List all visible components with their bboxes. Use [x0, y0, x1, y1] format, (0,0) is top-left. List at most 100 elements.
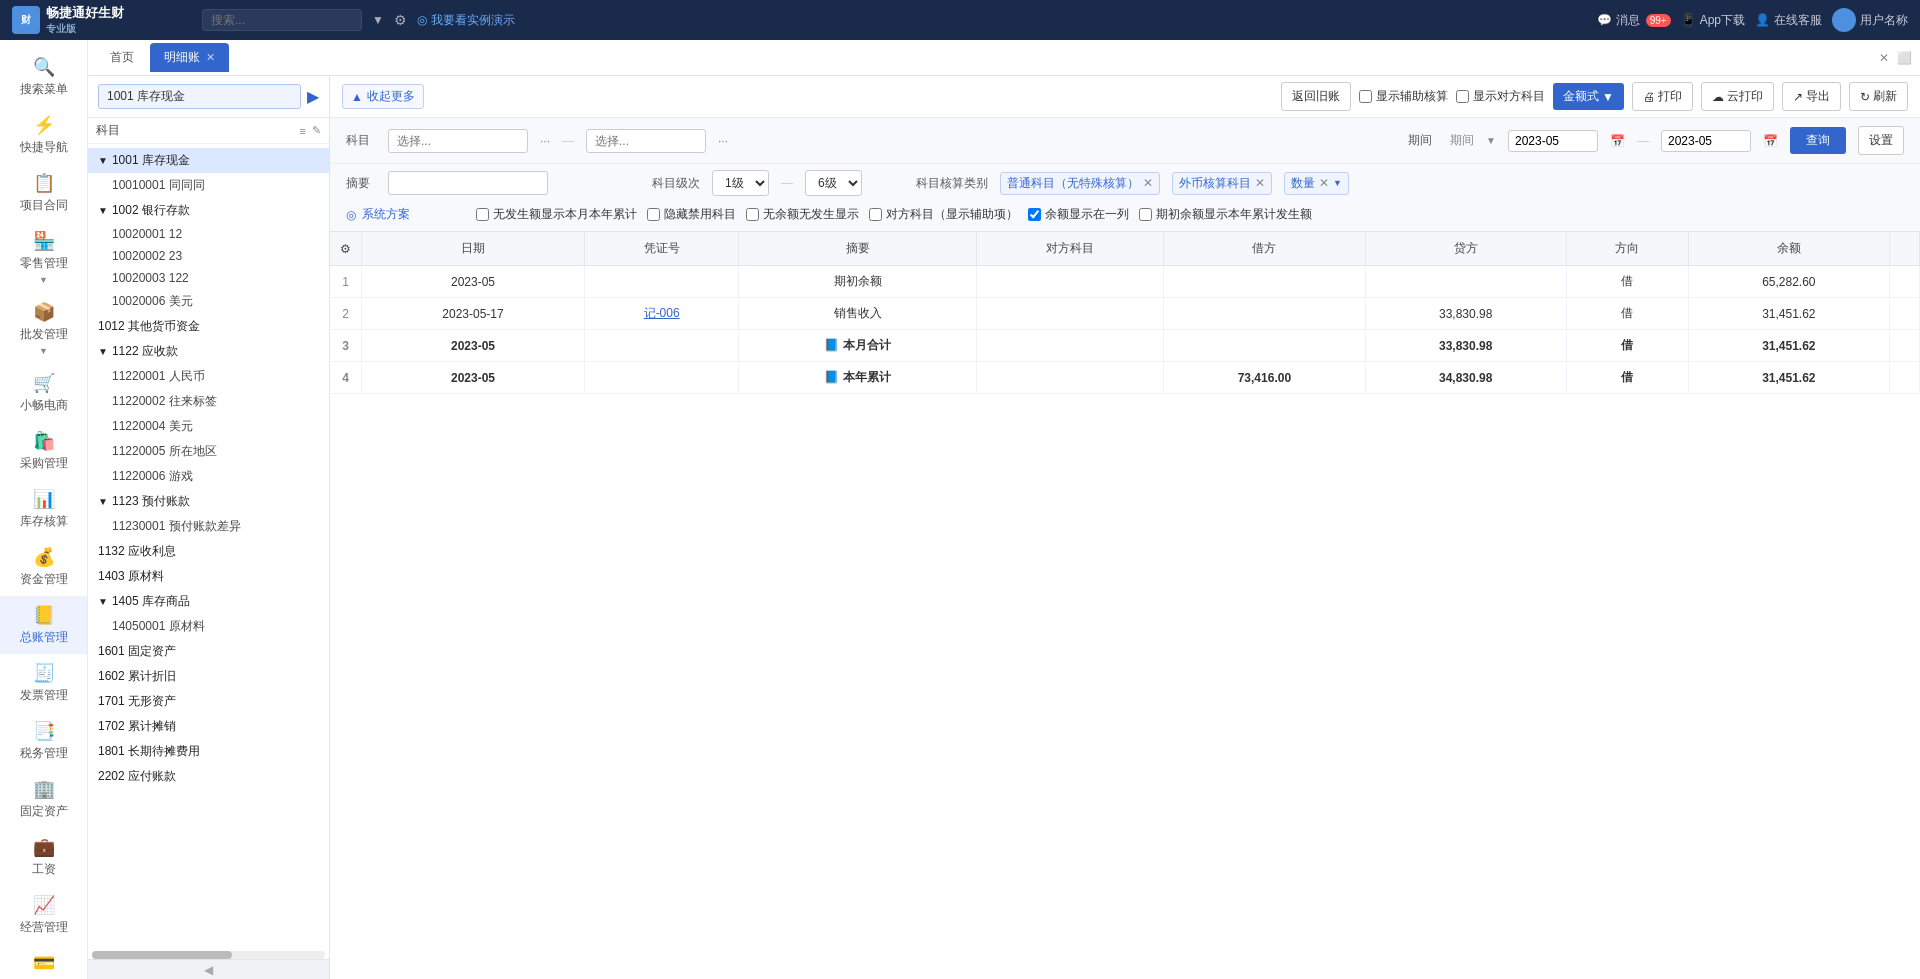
type-tag-1[interactable]: 普通科目（无特殊核算） ✕	[1000, 172, 1160, 195]
export-button[interactable]: ↗ 导出	[1782, 82, 1841, 111]
left-scrollbar[interactable]	[92, 951, 325, 959]
tree-item-10020006[interactable]: 10020006 美元	[88, 289, 329, 314]
type-tag-2-close[interactable]: ✕	[1255, 176, 1265, 190]
tab-home[interactable]: 首页	[96, 43, 148, 72]
cb-opposite-input[interactable]	[869, 208, 882, 221]
subject-more-icon[interactable]: ···	[540, 134, 550, 148]
cb-ytd[interactable]: 期初余额显示本年累计发生额	[1139, 206, 1312, 223]
type-tag-1-close[interactable]: ✕	[1143, 176, 1153, 190]
settings-icon[interactable]: ⚙	[394, 12, 407, 28]
summary-input[interactable]	[388, 171, 548, 195]
cb-hide-disabled-input[interactable]	[647, 208, 660, 221]
sidebar-item-invoice[interactable]: 🧾 发票管理	[0, 654, 87, 712]
app-download-button[interactable]: 📱 App下载	[1681, 12, 1745, 29]
tab-detail[interactable]: 明细账 ✕	[150, 43, 229, 72]
tree-item-1403[interactable]: 1403 原材料	[88, 564, 329, 589]
tree-item-11220004[interactable]: 11220004 美元	[88, 414, 329, 439]
tree-item-1132[interactable]: 1132 应收利息	[88, 539, 329, 564]
cb-no-balance-input[interactable]	[746, 208, 759, 221]
period-type-arrow[interactable]: ▼	[1486, 135, 1496, 146]
sidebar-item-contract[interactable]: 📋 项目合同	[0, 164, 87, 222]
subject-input[interactable]	[388, 129, 528, 153]
tree-item-10020002[interactable]: 10020002 23	[88, 245, 329, 267]
sidebar-item-search[interactable]: 🔍 搜索菜单	[0, 48, 87, 106]
tree-item-10010001[interactable]: 10010001 同同同	[88, 173, 329, 198]
sidebar-item-expense[interactable]: 💳 小畅报销	[0, 944, 87, 979]
type-tag-3[interactable]: 数量 ✕ ▼	[1284, 172, 1349, 195]
type-tag-3-arrow[interactable]: ▼	[1333, 178, 1342, 188]
cb-no-activity[interactable]: 无发生额显示本月本年累计	[476, 206, 637, 223]
sidebar-item-mgmt[interactable]: 📈 经营管理	[0, 886, 87, 944]
tree-item-2202[interactable]: 2202 应付账款	[88, 764, 329, 789]
user-menu[interactable]: 用户名称	[1832, 8, 1908, 32]
show-opposite-input[interactable]	[1456, 90, 1469, 103]
scheme-icon[interactable]: ◎	[346, 208, 356, 222]
print-button[interactable]: 🖨 打印	[1632, 82, 1693, 111]
level-from-select[interactable]: 1级2级3级	[712, 170, 769, 196]
left-panel-collapse[interactable]: ◀	[88, 959, 329, 979]
sidebar-item-purchase[interactable]: 🛍️ 采购管理	[0, 422, 87, 480]
tab-close-icon[interactable]: ✕	[206, 51, 215, 64]
cloud-print-button[interactable]: ☁ 云打印	[1701, 82, 1774, 111]
currency-dropdown-button[interactable]: 金额式 ▼	[1553, 83, 1624, 110]
level-to-select[interactable]: 6级5级4级	[805, 170, 862, 196]
tree-item-1122[interactable]: ▼ 1122 应收款	[88, 339, 329, 364]
tree-item-11220001[interactable]: 11220001 人民币	[88, 364, 329, 389]
global-search-input[interactable]	[202, 9, 362, 31]
tree-item-11220002[interactable]: 11220002 往来标签	[88, 389, 329, 414]
subject-more-icon-2[interactable]: ···	[718, 134, 728, 148]
tree-item-1012[interactable]: 1012 其他货币资金	[88, 314, 329, 339]
tree-item-11220005[interactable]: 11220005 所在地区	[88, 439, 329, 464]
col-settings[interactable]: ⚙	[330, 232, 362, 266]
search-dropdown-icon[interactable]: ▼	[372, 13, 384, 27]
sidebar-item-nav[interactable]: ⚡ 快捷导航	[0, 106, 87, 164]
type-tag-2[interactable]: 外币核算科目 ✕	[1172, 172, 1272, 195]
sidebar-item-retail[interactable]: 🏪 零售管理 ▼	[0, 222, 87, 293]
scheme-label[interactable]: 系统方案	[362, 206, 410, 223]
tree-item-1123[interactable]: ▼ 1123 预付账款	[88, 489, 329, 514]
tree-item-1405[interactable]: ▼ 1405 库存商品	[88, 589, 329, 614]
tree-item-1601[interactable]: 1601 固定资产	[88, 639, 329, 664]
cb-balance-col[interactable]: 余额显示在一列	[1028, 206, 1129, 223]
show-aux-checkbox[interactable]: 显示辅助核算	[1359, 88, 1448, 105]
row-voucher-2[interactable]: 记-006	[584, 298, 738, 330]
period-cal-icon[interactable]: 📅	[1610, 134, 1625, 148]
list-icon[interactable]: ≡	[300, 125, 306, 137]
edit-icon[interactable]: ✎	[312, 124, 321, 137]
show-opposite-checkbox[interactable]: 显示对方科目	[1456, 88, 1545, 105]
sidebar-item-salary[interactable]: 💼 工资	[0, 828, 87, 886]
tree-item-1701[interactable]: 1701 无形资产	[88, 689, 329, 714]
setting-button[interactable]: 设置	[1858, 126, 1904, 155]
subject-input-2[interactable]	[586, 129, 706, 153]
tree-item-1602[interactable]: 1602 累计折旧	[88, 664, 329, 689]
sidebar-item-wholesale[interactable]: 📦 批发管理 ▼	[0, 293, 87, 364]
tree-item-1801[interactable]: 1801 长期待摊费用	[88, 739, 329, 764]
sidebar-item-ledger[interactable]: 📒 总账管理	[0, 596, 87, 654]
online-service-button[interactable]: 👤 在线客服	[1755, 12, 1822, 29]
cb-no-activity-input[interactable]	[476, 208, 489, 221]
tree-item-1702[interactable]: 1702 累计摊销	[88, 714, 329, 739]
return-old-button[interactable]: 返回旧账	[1281, 82, 1351, 111]
account-nav-right-icon[interactable]: ▶	[307, 87, 319, 106]
query-button[interactable]: 查询	[1790, 127, 1846, 154]
cb-hide-disabled[interactable]: 隐藏禁用科目	[647, 206, 736, 223]
tree-item-14050001[interactable]: 14050001 原材料	[88, 614, 329, 639]
tab-maximize-icon[interactable]: ⬜	[1897, 51, 1912, 65]
tree-item-1002[interactable]: ▼ 1002 银行存款	[88, 198, 329, 223]
demo-link[interactable]: ◎ 我要看实例演示	[417, 12, 515, 29]
period-from-input[interactable]	[1508, 130, 1598, 152]
period-cal-icon-2[interactable]: 📅	[1763, 134, 1778, 148]
tab-close-window-icon[interactable]: ✕	[1879, 51, 1889, 65]
tree-item-10020001[interactable]: 10020001 12	[88, 223, 329, 245]
cb-ytd-input[interactable]	[1139, 208, 1152, 221]
cb-no-balance[interactable]: 无余额无发生显示	[746, 206, 859, 223]
period-to-input[interactable]	[1661, 130, 1751, 152]
sidebar-item-assets[interactable]: 🏢 固定资产	[0, 770, 87, 828]
filter-expand-button[interactable]: ▲ 收起更多	[342, 84, 424, 109]
cb-balance-col-input[interactable]	[1028, 208, 1041, 221]
tree-item-11220006[interactable]: 11220006 游戏	[88, 464, 329, 489]
sidebar-item-finance[interactable]: 💰 资金管理	[0, 538, 87, 596]
type-tag-3-close[interactable]: ✕	[1319, 176, 1329, 190]
message-button[interactable]: 💬 消息 99+	[1597, 12, 1671, 29]
voucher-link-2[interactable]: 记-006	[644, 306, 680, 320]
